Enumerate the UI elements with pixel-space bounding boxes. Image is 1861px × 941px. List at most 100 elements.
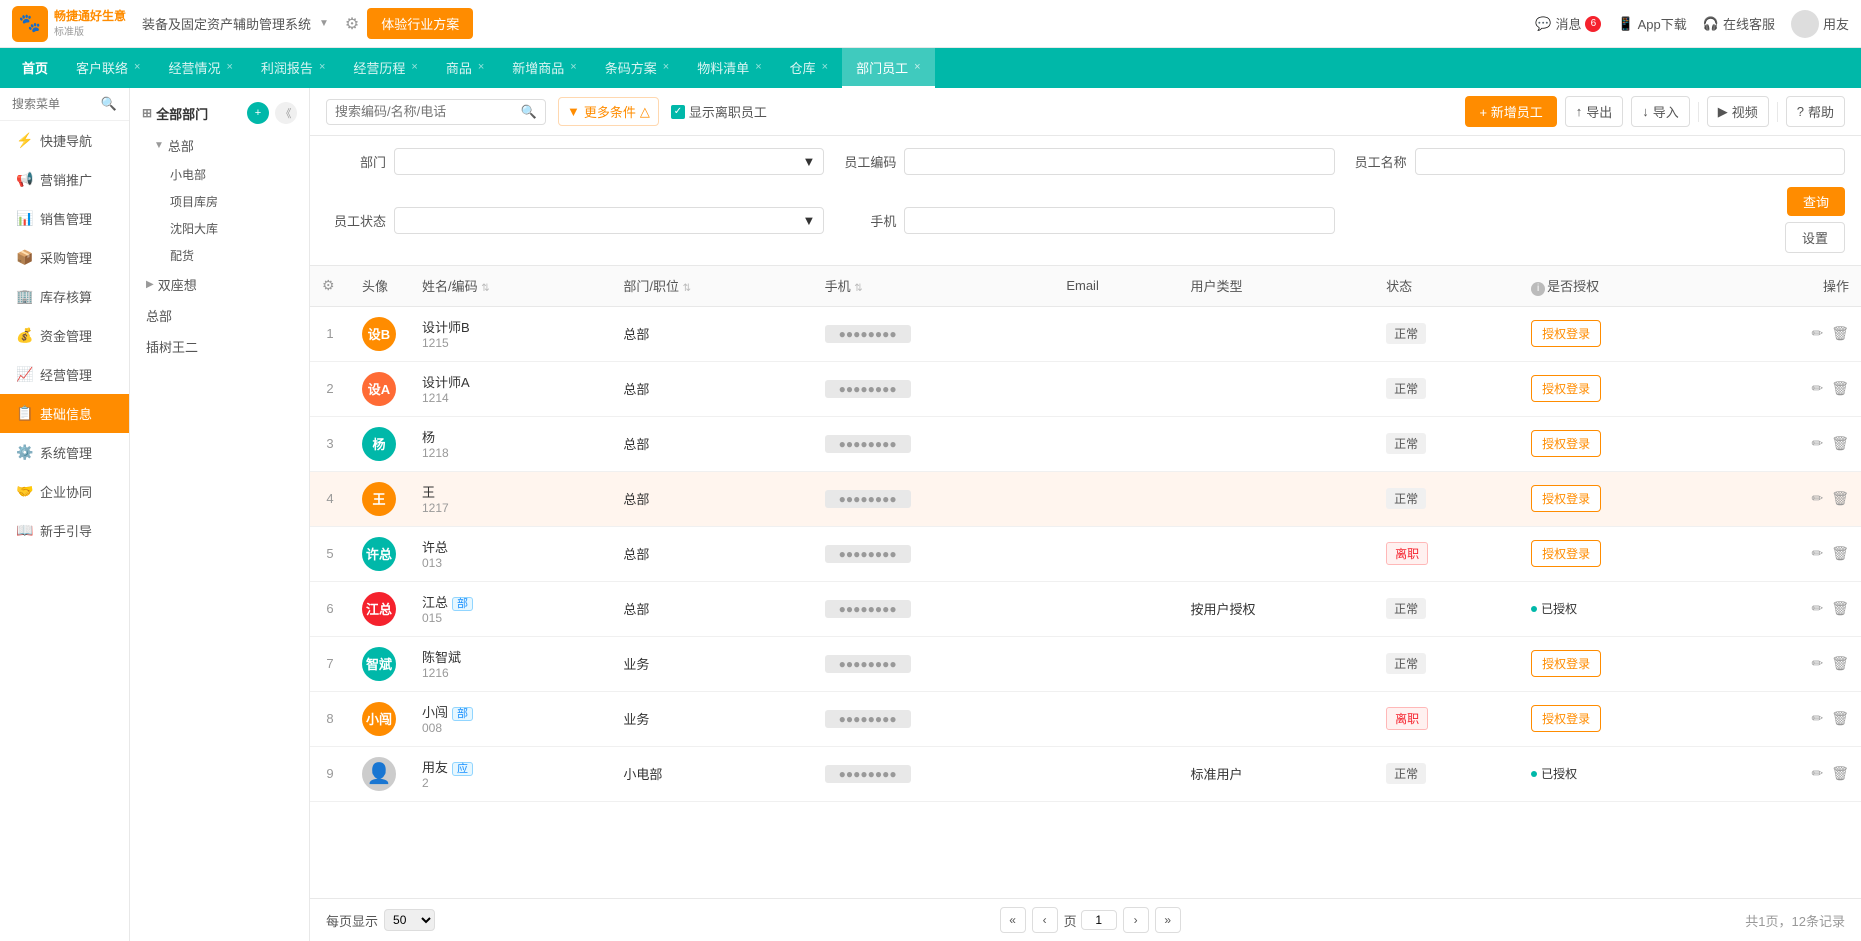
dept-item-chashuwang[interactable]: 插树王二 — [130, 331, 309, 362]
show-resigned-toggle[interactable]: ✓ 显示离职员工 — [671, 102, 767, 121]
delete-icon[interactable]: 🗑 — [1831, 380, 1849, 397]
tab-add-goods[interactable]: 新增商品 × — [498, 48, 590, 88]
col-settings-icon[interactable]: ⚙ — [322, 277, 335, 293]
import-btn[interactable]: ↓ 导入 — [1631, 96, 1690, 127]
search-input[interactable] — [335, 104, 515, 119]
phone-input[interactable] — [904, 207, 1334, 234]
dept-item-shuangzuo[interactable]: ▶ 双座想 — [130, 269, 309, 300]
last-page-btn[interactable]: » — [1155, 907, 1181, 933]
service-btn[interactable]: 🎧 在线客服 — [1703, 14, 1775, 33]
auth-button[interactable]: 授权登录 — [1531, 705, 1601, 732]
delete-icon[interactable]: 🗑 — [1831, 435, 1849, 452]
dept-select[interactable]: ▼ — [394, 148, 824, 175]
app-download-btn[interactable]: 📱 App下载 — [1617, 14, 1686, 33]
auth-button[interactable]: 授权登录 — [1531, 375, 1601, 402]
delete-icon[interactable]: 🗑 — [1831, 490, 1849, 507]
sidebar-item-system[interactable]: ⚙️ 系统管理 — [0, 433, 129, 472]
delete-icon[interactable]: 🗑 — [1831, 710, 1849, 727]
auth-button[interactable]: 授权登录 — [1531, 430, 1601, 457]
more-filter-btn[interactable]: ▼ 更多条件 △ — [558, 97, 659, 126]
tab-employees[interactable]: 部门员工 × — [842, 48, 934, 88]
delete-icon[interactable]: 🗑 — [1831, 655, 1849, 672]
edit-icon[interactable]: ✏ — [1811, 710, 1823, 727]
next-page-btn[interactable]: › — [1123, 907, 1149, 933]
view-btn[interactable]: ▶ 视频 — [1707, 96, 1769, 127]
show-resigned-checkbox[interactable]: ✓ — [671, 105, 685, 119]
tab-close-icon[interactable]: × — [319, 61, 325, 73]
prev-page-btn[interactable]: ‹ — [1032, 907, 1058, 933]
dept-item-zongbu2[interactable]: 总部 — [130, 300, 309, 331]
dept-child-shenyang[interactable]: 沈阳大库 — [138, 215, 309, 242]
delete-icon[interactable]: 🗑 — [1831, 765, 1849, 782]
tab-close-icon[interactable]: × — [226, 61, 232, 73]
edit-icon[interactable]: ✏ — [1811, 765, 1823, 782]
tab-bom[interactable]: 物料清单 × — [683, 48, 775, 88]
page-size-select[interactable]: 50 100 200 — [384, 909, 435, 931]
message-btn[interactable]: 💬 消息 6 — [1535, 14, 1601, 33]
edit-icon[interactable]: ✏ — [1811, 545, 1823, 562]
system-dropdown-icon[interactable]: ▼ — [319, 18, 329, 29]
delete-icon[interactable]: 🗑 — [1831, 600, 1849, 617]
sidebar-item-marketing[interactable]: 📢 营销推广 — [0, 160, 129, 199]
sidebar-item-finance[interactable]: 💰 资金管理 — [0, 316, 129, 355]
auth-button[interactable]: 授权登录 — [1531, 485, 1601, 512]
tab-barcode[interactable]: 条码方案 × — [591, 48, 683, 88]
empcode-input[interactable] — [904, 148, 1334, 175]
first-page-btn[interactable]: « — [1000, 907, 1026, 933]
auth-button[interactable]: 授权登录 — [1531, 320, 1601, 347]
search-submit-icon[interactable]: 🔍 — [521, 104, 537, 120]
auth-button[interactable]: 授权登录 — [1531, 650, 1601, 677]
dept-child-xiaodian[interactable]: 小电部 — [138, 161, 309, 188]
sort-icon[interactable]: ⇅ — [854, 283, 862, 294]
sidebar-item-basic-info[interactable]: 📋 基础信息 — [0, 394, 129, 433]
tab-customer[interactable]: 客户联络 × — [62, 48, 154, 88]
sidebar-item-quick-nav[interactable]: ⚡ 快捷导航 — [0, 121, 129, 160]
tab-close-icon[interactable]: × — [663, 61, 669, 73]
set-btn[interactable]: 设置 — [1785, 222, 1845, 253]
dept-collapse-icon[interactable]: 《 — [275, 102, 297, 124]
page-input[interactable] — [1081, 910, 1117, 930]
sidebar-item-enterprise[interactable]: 🤝 企业协同 — [0, 472, 129, 511]
export-btn[interactable]: ↑ 导出 — [1565, 96, 1624, 127]
add-employee-btn[interactable]: + 新增员工 — [1465, 96, 1556, 127]
dept-child-peihuo[interactable]: 配货 — [138, 242, 309, 269]
trial-button[interactable]: 体验行业方案 — [367, 8, 473, 39]
auth-button[interactable]: 授权登录 — [1531, 540, 1601, 567]
tab-close-icon[interactable]: × — [914, 61, 920, 73]
edit-icon[interactable]: ✏ — [1811, 600, 1823, 617]
edit-icon[interactable]: ✏ — [1811, 380, 1823, 397]
empname-input[interactable] — [1415, 148, 1845, 175]
tab-warehouse[interactable]: 仓库 × — [776, 48, 842, 88]
edit-icon[interactable]: ✏ — [1811, 490, 1823, 507]
query-btn[interactable]: 查询 — [1787, 187, 1845, 216]
dept-add-icon[interactable]: + — [247, 102, 269, 124]
sort-icon[interactable]: ⇅ — [683, 283, 691, 294]
sidebar-item-purchase[interactable]: 📦 采购管理 — [0, 238, 129, 277]
tab-process[interactable]: 经营历程 × — [339, 48, 431, 88]
tab-home[interactable]: 首页 — [8, 48, 62, 88]
tab-profit[interactable]: 利润报告 × — [247, 48, 339, 88]
status-select[interactable]: ▼ — [394, 207, 824, 234]
sort-icon[interactable]: ⇅ — [481, 283, 489, 294]
sidebar-item-inventory[interactable]: 🏢 库存核算 — [0, 277, 129, 316]
delete-icon[interactable]: 🗑 — [1831, 545, 1849, 562]
sidebar-item-sales[interactable]: 📊 销售管理 — [0, 199, 129, 238]
sidebar-item-guide[interactable]: 📖 新手引导 — [0, 511, 129, 550]
dept-item-zongbu[interactable]: ▼ 总部 — [138, 130, 309, 161]
edit-icon[interactable]: ✏ — [1811, 655, 1823, 672]
tab-close-icon[interactable]: × — [822, 61, 828, 73]
tab-close-icon[interactable]: × — [755, 61, 761, 73]
tab-close-icon[interactable]: × — [134, 61, 140, 73]
sidebar-item-business[interactable]: 📈 经营管理 — [0, 355, 129, 394]
delete-icon[interactable]: 🗑 — [1831, 325, 1849, 342]
settings-icon[interactable]: ⚙ — [345, 14, 359, 34]
sidebar-search-input[interactable] — [12, 97, 95, 111]
tab-close-icon[interactable]: × — [570, 61, 576, 73]
dept-child-project[interactable]: 项目库房 — [138, 188, 309, 215]
edit-icon[interactable]: ✏ — [1811, 325, 1823, 342]
user-btn[interactable]: 用友 — [1791, 10, 1849, 38]
tab-close-icon[interactable]: × — [478, 61, 484, 73]
edit-icon[interactable]: ✏ — [1811, 435, 1823, 452]
tab-goods[interactable]: 商品 × — [432, 48, 498, 88]
help-btn[interactable]: ? 帮助 — [1786, 96, 1845, 127]
